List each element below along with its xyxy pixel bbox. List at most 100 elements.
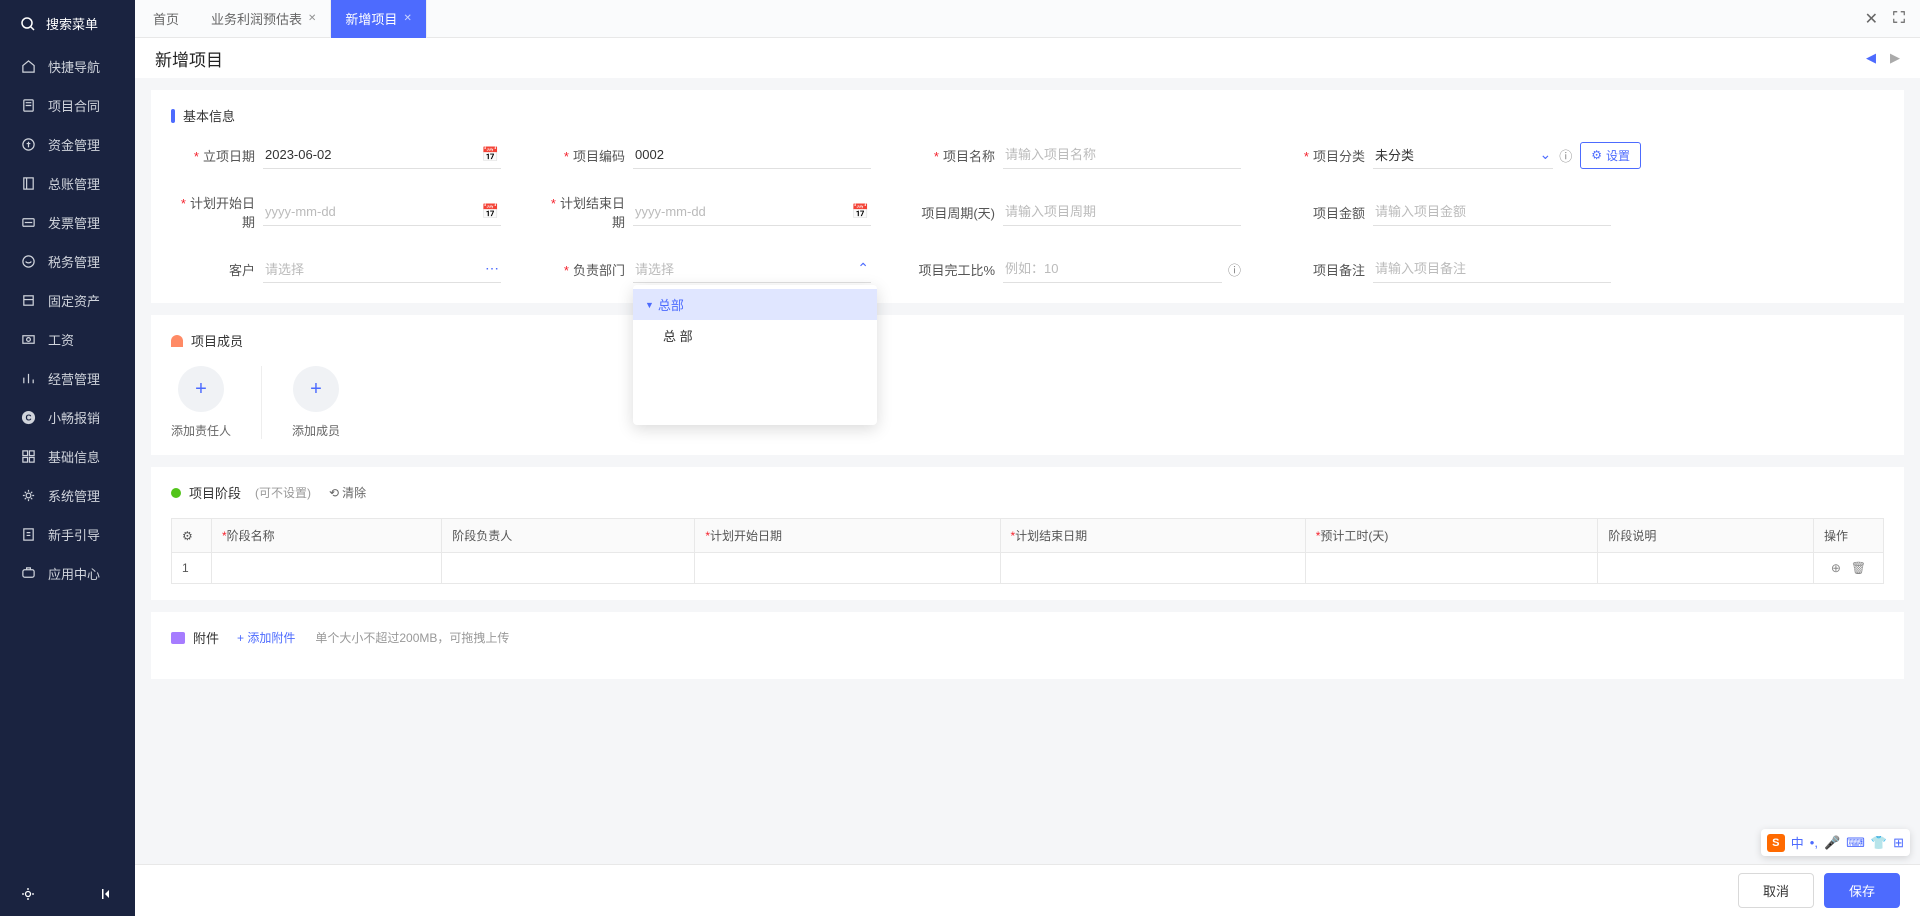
dropdown-option[interactable]: 总 部 bbox=[633, 320, 877, 351]
sidebar-item-fund[interactable]: 资金管理 bbox=[0, 125, 135, 164]
input-name[interactable] bbox=[1003, 141, 1241, 169]
label-done-pct: 项目完工比% bbox=[911, 260, 1003, 279]
c-icon: C bbox=[20, 410, 36, 426]
sidebar-item-apps[interactable]: 应用中心 bbox=[0, 554, 135, 593]
section-title: 项目阶段 bbox=[189, 483, 241, 502]
ime-skin-icon[interactable]: 👕 bbox=[1871, 835, 1887, 851]
add-owner-button[interactable]: + bbox=[178, 366, 224, 412]
add-row-icon[interactable]: ⊕ bbox=[1831, 561, 1841, 575]
calendar-icon[interactable]: 📅 bbox=[852, 203, 869, 220]
cancel-button[interactable]: 取消 bbox=[1738, 873, 1814, 908]
sidebar: 搜索菜单 快捷导航 项目合同 资金管理 总账管理 发票管理 税务管理 固定资产 … bbox=[0, 0, 135, 916]
ime-mic-icon[interactable]: 🎤 bbox=[1824, 835, 1840, 851]
ime-keyboard-icon[interactable]: ⌨ bbox=[1846, 835, 1865, 851]
clear-button[interactable]: ⟲ 清除 bbox=[329, 484, 366, 501]
tab-profit-estimate[interactable]: 业务利润预估表 ✕ bbox=[197, 0, 331, 38]
book-icon bbox=[20, 176, 36, 192]
input-code[interactable] bbox=[633, 141, 871, 169]
input-amount[interactable] bbox=[1373, 198, 1611, 226]
close-all-icon[interactable]: ✕ bbox=[1865, 9, 1878, 29]
input-period[interactable] bbox=[1003, 198, 1241, 226]
gear-icon bbox=[20, 488, 36, 504]
sidebar-item-baseinfo[interactable]: 基础信息 bbox=[0, 437, 135, 476]
folder-icon bbox=[171, 632, 185, 644]
sidebar-item-mgmt[interactable]: 经营管理 bbox=[0, 359, 135, 398]
help-icon[interactable]: ⓘ bbox=[1559, 146, 1572, 165]
label-category: 项目分类 bbox=[1281, 146, 1373, 165]
input-plan-start[interactable]: 📅 bbox=[263, 198, 501, 226]
label-period: 项目周期(天) bbox=[911, 203, 1003, 222]
person-icon bbox=[171, 335, 183, 347]
table-row[interactable]: 1 ⊕🗑 bbox=[172, 553, 1884, 584]
home-icon bbox=[20, 59, 36, 75]
footer-bar: 取消 保存 bbox=[135, 864, 1920, 916]
input-setup-date[interactable]: 📅 bbox=[263, 141, 501, 169]
calendar-icon[interactable]: 📅 bbox=[482, 203, 499, 220]
save-button[interactable]: 保存 bbox=[1824, 873, 1900, 908]
th-owner: 阶段负责人 bbox=[442, 519, 695, 553]
fullscreen-icon[interactable] bbox=[1892, 10, 1906, 27]
sidebar-item-sysmgmt[interactable]: 系统管理 bbox=[0, 476, 135, 515]
select-customer[interactable]: 请选择⋯ bbox=[263, 255, 501, 283]
ime-menu-icon[interactable]: ⊞ bbox=[1893, 835, 1904, 851]
section-title: 附件 bbox=[193, 628, 219, 647]
close-icon[interactable]: ✕ bbox=[308, 13, 316, 24]
add-owner-box: + 添加责任人 bbox=[171, 366, 262, 439]
ime-lang[interactable]: 中 bbox=[1791, 833, 1804, 852]
sidebar-item-reimburse[interactable]: C小畅报销 bbox=[0, 398, 135, 437]
more-icon[interactable]: ⋯ bbox=[485, 260, 499, 277]
prev-icon[interactable]: ◀ bbox=[1866, 50, 1876, 66]
tab-new-project[interactable]: 新增项目 ✕ bbox=[331, 0, 426, 38]
settings-button[interactable]: ⚙ 设置 bbox=[1580, 142, 1641, 169]
next-icon[interactable]: ▶ bbox=[1890, 50, 1900, 66]
label-code: 项目编码 bbox=[541, 146, 633, 165]
ime-toolbar[interactable]: S 中 •, 🎤 ⌨ 👕 ⊞ bbox=[1761, 829, 1910, 856]
input-remark[interactable] bbox=[1373, 255, 1611, 283]
sidebar-item-contract[interactable]: 项目合同 bbox=[0, 86, 135, 125]
label-plan-start: 计划开始日期 bbox=[171, 193, 263, 231]
attachment-hint: 单个大小不超过200MB，可拖拽上传 bbox=[315, 629, 509, 646]
sidebar-item-quicknav[interactable]: 快捷导航 bbox=[0, 47, 135, 86]
collapse-icon[interactable] bbox=[99, 886, 115, 902]
label-name: 项目名称 bbox=[911, 146, 1003, 165]
chevron-down-icon: ⌄ bbox=[1539, 146, 1551, 163]
sidebar-item-invoice[interactable]: 发票管理 bbox=[0, 203, 135, 242]
card-stages: 项目阶段 (可不设置) ⟲ 清除 ⚙ *阶段名称 阶段负责人 *计划开始日期 *… bbox=[151, 467, 1904, 600]
label-remark: 项目备注 bbox=[1281, 260, 1373, 279]
sidebar-item-tax[interactable]: 税务管理 bbox=[0, 242, 135, 281]
sidebar-item-ledger[interactable]: 总账管理 bbox=[0, 164, 135, 203]
ime-punct-icon[interactable]: •, bbox=[1810, 835, 1818, 850]
sidebar-item-asset[interactable]: 固定资产 bbox=[0, 281, 135, 320]
add-attachment-button[interactable]: + 添加附件 bbox=[237, 629, 295, 646]
section-marker-icon bbox=[171, 109, 175, 123]
select-dept[interactable]: 请选择 ⌃ ▼总部 总 部 bbox=[633, 255, 871, 283]
optional-hint: (可不设置) bbox=[255, 484, 311, 501]
sidebar-item-guide[interactable]: 新手引导 bbox=[0, 515, 135, 554]
help-icon[interactable]: ⓘ bbox=[1228, 260, 1241, 279]
ime-logo-icon: S bbox=[1767, 834, 1785, 852]
th-end: *计划结束日期 bbox=[1000, 519, 1305, 553]
input-done-pct[interactable] bbox=[1003, 255, 1222, 283]
select-category[interactable]: 未分类⌄ bbox=[1373, 141, 1553, 169]
close-icon[interactable]: ✕ bbox=[403, 13, 411, 24]
th-gear[interactable]: ⚙ bbox=[172, 519, 212, 553]
add-member-button[interactable]: + bbox=[293, 366, 339, 412]
input-plan-end[interactable]: 📅 bbox=[633, 198, 871, 226]
section-title: 项目成员 bbox=[191, 331, 243, 350]
tab-home[interactable]: 首页 bbox=[135, 0, 197, 38]
settings-icon[interactable] bbox=[20, 886, 36, 902]
label-customer: 客户 bbox=[171, 260, 263, 279]
coin-icon bbox=[20, 137, 36, 153]
section-title: 基本信息 bbox=[183, 106, 235, 125]
th-start: *计划开始日期 bbox=[695, 519, 1000, 553]
delete-row-icon[interactable]: 🗑 bbox=[1851, 561, 1866, 575]
dept-dropdown: ▼总部 总 部 bbox=[633, 285, 877, 425]
card-basic-info: 基本信息 立项日期 📅 项目编码 项目名称 项目分类 未分类⌄ ⓘ ⚙ 设置 计… bbox=[151, 90, 1904, 303]
page-header: 新增项目 ◀ ▶ bbox=[135, 38, 1920, 78]
dropdown-option[interactable]: ▼总部 bbox=[633, 289, 877, 320]
calendar-icon[interactable]: 📅 bbox=[482, 146, 499, 163]
salary-icon bbox=[20, 332, 36, 348]
sidebar-item-salary[interactable]: 工资 bbox=[0, 320, 135, 359]
search-icon bbox=[20, 16, 36, 32]
search-menu[interactable]: 搜索菜单 bbox=[0, 0, 135, 47]
